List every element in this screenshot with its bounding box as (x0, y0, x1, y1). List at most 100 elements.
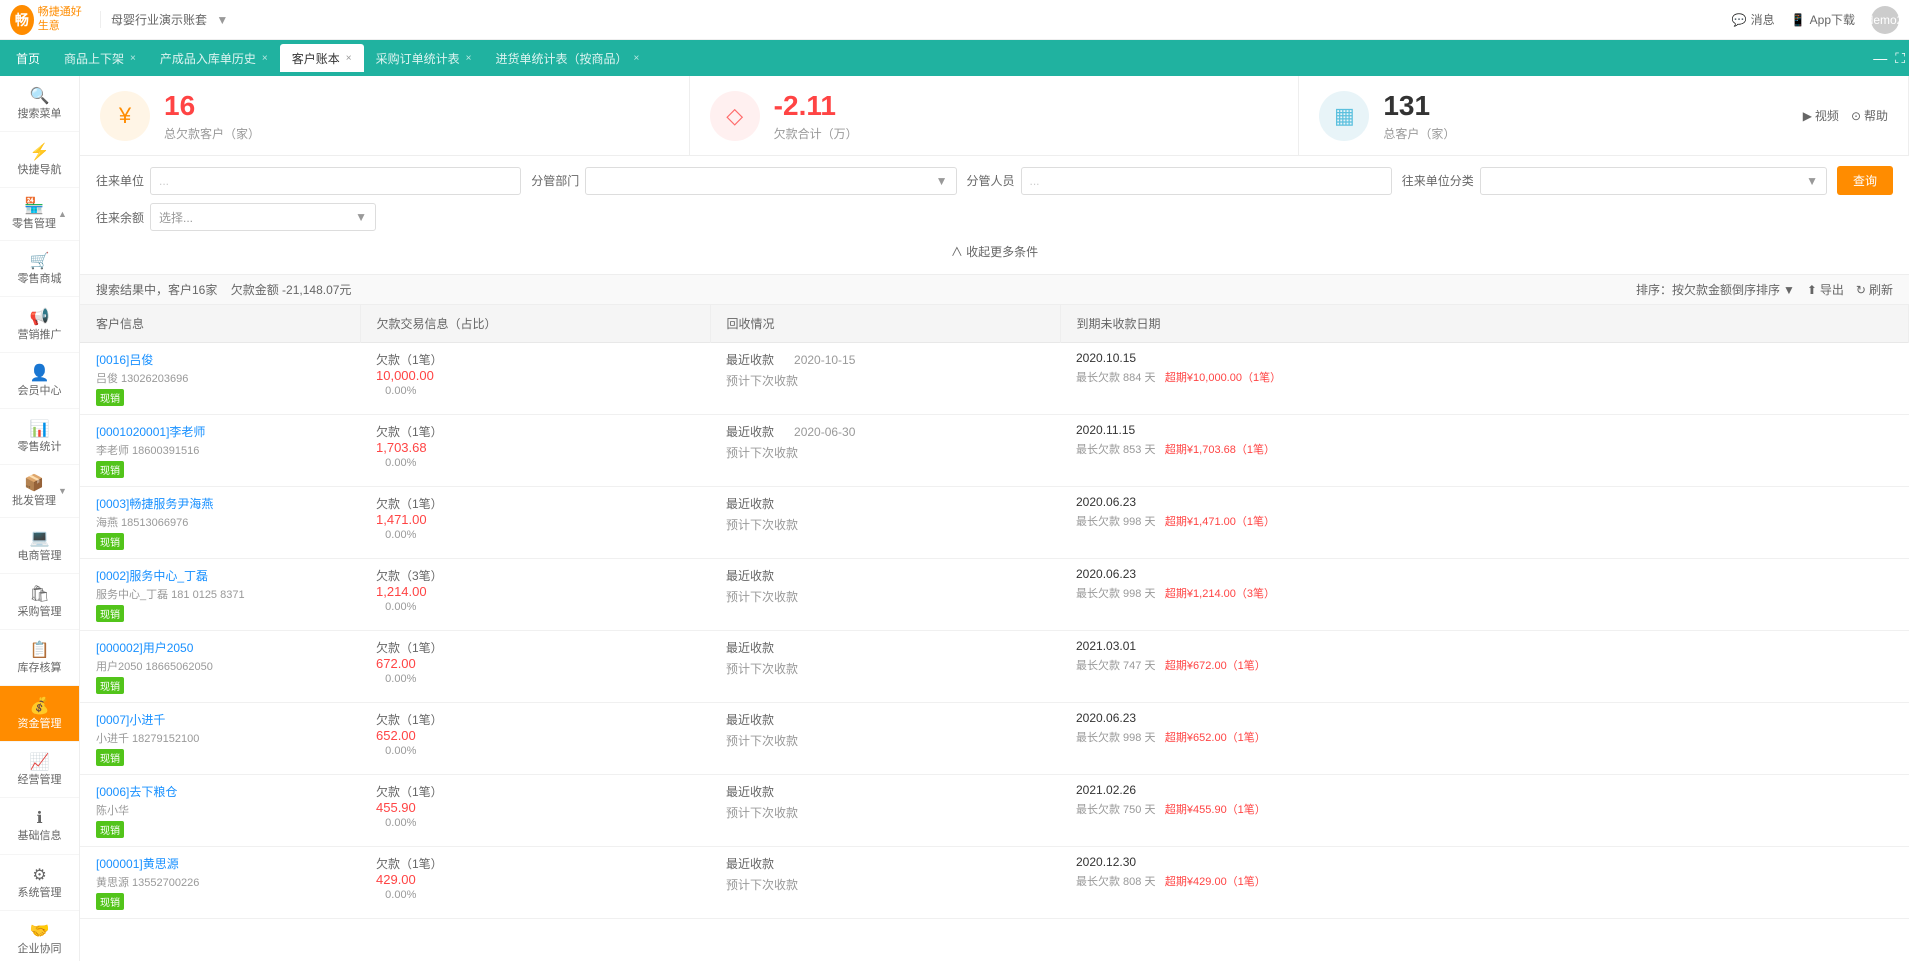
app-download-btn[interactable]: 📱 App下载 (1791, 11, 1855, 28)
tab-purchase[interactable]: 采购订单统计表 × (364, 44, 484, 72)
export-btn[interactable]: ⬆ 导出 (1807, 281, 1844, 298)
tab-instock[interactable]: 进货单统计表（按商品） × (483, 44, 651, 72)
overdue-link-3[interactable]: 超期¥1,214.00（3笔） (1165, 588, 1275, 600)
tab-goods[interactable]: 商品上下架 × (52, 44, 148, 72)
debt-amount-0[interactable]: 10,000.00 (376, 368, 694, 383)
customer-name-4[interactable]: [000002]用户2050 (96, 639, 344, 656)
close-goods-tab[interactable]: × (130, 53, 136, 64)
filter-row-2: 往来余额 选择... ▼ (96, 203, 1893, 231)
customer-cell-0: [0016]吕俊 吕俊 13026203696 现销 (80, 343, 360, 415)
tab-minimize[interactable]: — (1873, 50, 1887, 67)
overdue-link-2[interactable]: 超期¥1,471.00（1笔） (1165, 516, 1275, 528)
sidebar-item-finance[interactable]: 💰 资金管理 (0, 686, 79, 742)
repay-cell-6: 最近收款 预计下次收款 (710, 775, 1060, 847)
sidebar-item-retail-stats[interactable]: 📊 零售统计 (0, 409, 79, 465)
sidebar-item-quick-nav[interactable]: ⚡ 快捷导航 (0, 132, 79, 188)
debt-amount-5[interactable]: 652.00 (376, 728, 694, 743)
close-customer-tab[interactable]: × (346, 53, 352, 64)
tab-customer[interactable]: 客户账本 × (280, 44, 364, 72)
close-instock-tab[interactable]: × (633, 53, 639, 64)
customer-name-7[interactable]: [000001]黄思源 (96, 855, 344, 872)
customer-phone-2: 海燕 18513066976 (96, 514, 344, 530)
overdue-link-5[interactable]: 超期¥652.00（1笔） (1165, 732, 1266, 744)
debt-count-5: 欠款（1笔） (376, 711, 694, 728)
filter-dept: 分管部门 ▼ (531, 167, 956, 195)
unit-category-select[interactable]: ▼ (1480, 167, 1827, 195)
overdue-link-6[interactable]: 超期¥455.90（1笔） (1165, 804, 1266, 816)
customer-name-0[interactable]: [0016]吕俊 (96, 351, 344, 368)
repay-cell-4: 最近收款 预计下次收款 (710, 631, 1060, 703)
customer-name-1[interactable]: [0001020001]李老师 (96, 423, 344, 440)
close-production-tab[interactable]: × (262, 53, 268, 64)
overdue-link-1[interactable]: 超期¥1,703.68（1笔） (1165, 444, 1275, 456)
sidebar-item-retail-mgmt[interactable]: 🏪 零售管理 ▲ (0, 188, 79, 240)
customer-name-3[interactable]: [0002]服务中心_丁磊 (96, 567, 344, 584)
sidebar-item-operations[interactable]: 📈 经营管理 (0, 742, 79, 798)
customer-name-2[interactable]: [0003]畅捷服务尹海燕 (96, 495, 344, 512)
avatar: demo2 (1871, 6, 1899, 34)
search-button[interactable]: 查询 (1837, 166, 1893, 195)
source-unit-input[interactable]: ... (150, 167, 521, 195)
overdue-link-7[interactable]: 超期¥429.00（1笔） (1165, 876, 1266, 888)
sidebar-item-enterprise[interactable]: 🤝 企业协同 (0, 911, 79, 961)
debt-cell-2: 欠款（1笔） 1,471.00 0.00% (360, 487, 710, 559)
due-date-0: 2020.10.15 (1076, 351, 1893, 365)
video-btn[interactable]: ▶ 视频 (1803, 107, 1839, 124)
table-row: [0001020001]李老师 李老师 18600391516 现销 欠款（1笔… (80, 415, 1909, 487)
debt-amount-1[interactable]: 1,703.68 (376, 440, 694, 455)
overdue-link-0[interactable]: 超期¥10,000.00（1笔） (1165, 372, 1281, 384)
sidebar-item-basic-info[interactable]: ℹ 基础信息 (0, 798, 79, 854)
debt-amount-3[interactable]: 1,214.00 (376, 584, 694, 599)
next-pay-label-6: 预计下次收款 (726, 804, 1044, 821)
message-btn[interactable]: 💬 消息 (1732, 11, 1775, 28)
marketing-icon: 📢 (4, 307, 75, 327)
balance-type-select[interactable]: 选择... ▼ (150, 203, 376, 231)
sort-control[interactable]: 排序：按欠款金额倒序排序 ▼ (1636, 281, 1795, 298)
debt-cell-3: 欠款（3笔） 1,214.00 0.00% (360, 559, 710, 631)
company-selector[interactable]: 母婴行业演示账套 ▼ (100, 11, 1732, 28)
tab-expand[interactable]: ⛶ (1895, 50, 1905, 67)
sidebar-item-purchase[interactable]: 🛍 采购管理 (0, 574, 79, 630)
manager-input[interactable]: ... (1021, 167, 1392, 195)
operations-icon: 📈 (4, 752, 75, 772)
wholesale-icon: 📦 (12, 473, 56, 493)
tab-production[interactable]: 产成品入库单历史 × (148, 44, 280, 72)
next-pay-label-0: 预计下次收款 (726, 372, 1044, 389)
sidebar-item-retail-mall[interactable]: 🛒 零售商城 (0, 241, 79, 297)
debt-amount-6[interactable]: 455.90 (376, 800, 694, 815)
overdue-link-4[interactable]: 超期¥672.00（1笔） (1165, 660, 1266, 672)
main-layout: 🔍 搜索菜单 ⚡ 快捷导航 🏪 零售管理 ▲ 🛒 零售商城 📢 营销推广 👤 会… (0, 76, 1909, 961)
sidebar-item-marketing[interactable]: 📢 营销推广 (0, 297, 79, 353)
customer-name-6[interactable]: [0006]去下粮仓 (96, 783, 344, 800)
close-purchase-tab[interactable]: × (466, 53, 472, 64)
debt-amount-4[interactable]: 672.00 (376, 656, 694, 671)
dept-select[interactable]: ▼ (585, 167, 956, 195)
customer-tag-5: 现销 (96, 749, 124, 766)
customer-cell-6: [0006]去下粮仓 陈小华 现销 (80, 775, 360, 847)
user-avatar-btn[interactable]: demo2 (1871, 6, 1899, 34)
debt-amount-2[interactable]: 1,471.00 (376, 512, 694, 527)
debt-cell-7: 欠款（1笔） 429.00 0.00% (360, 847, 710, 919)
sidebar-item-wholesale[interactable]: 📦 批发管理 ▼ (0, 465, 79, 517)
table-header-row: 客户信息 欠款交易信息（占比） 回收情况 到期未收款日期 (80, 305, 1909, 343)
collapse-btn[interactable]: ∧ 收起更多条件 (96, 239, 1893, 264)
help-btn[interactable]: ⊙ 帮助 (1851, 107, 1888, 124)
finance-icon: 💰 (4, 696, 75, 716)
sidebar-item-inventory[interactable]: 📋 库存核算 (0, 630, 79, 686)
debt-amount-7[interactable]: 429.00 (376, 872, 694, 887)
search-icon: 🔍 (4, 86, 75, 106)
sidebar-item-member[interactable]: 👤 会员中心 (0, 353, 79, 409)
sidebar-item-search[interactable]: 🔍 搜索菜单 (0, 76, 79, 132)
refresh-btn[interactable]: ↻ 刷新 (1856, 281, 1893, 298)
customer-phone-4: 用户2050 18665062050 (96, 658, 344, 674)
overdue-days-4: 最长欠款 747 天 (1076, 660, 1162, 672)
table-row: [0007]小进千 小进千 18279152100 现销 欠款（1笔） 652.… (80, 703, 1909, 775)
filter-manager: 分管人员 ... (967, 167, 1392, 195)
customer-name-5[interactable]: [0007]小进千 (96, 711, 344, 728)
video-icon: ▶ (1803, 109, 1812, 123)
sidebar-item-system[interactable]: ⚙ 系统管理 (0, 855, 79, 911)
tab-home[interactable]: 首页 (4, 44, 52, 72)
debt-pct-7: 0.00% (376, 889, 416, 901)
sidebar-item-ecommerce[interactable]: 💻 电商管理 (0, 518, 79, 574)
debt-pct-2: 0.00% (376, 529, 416, 541)
